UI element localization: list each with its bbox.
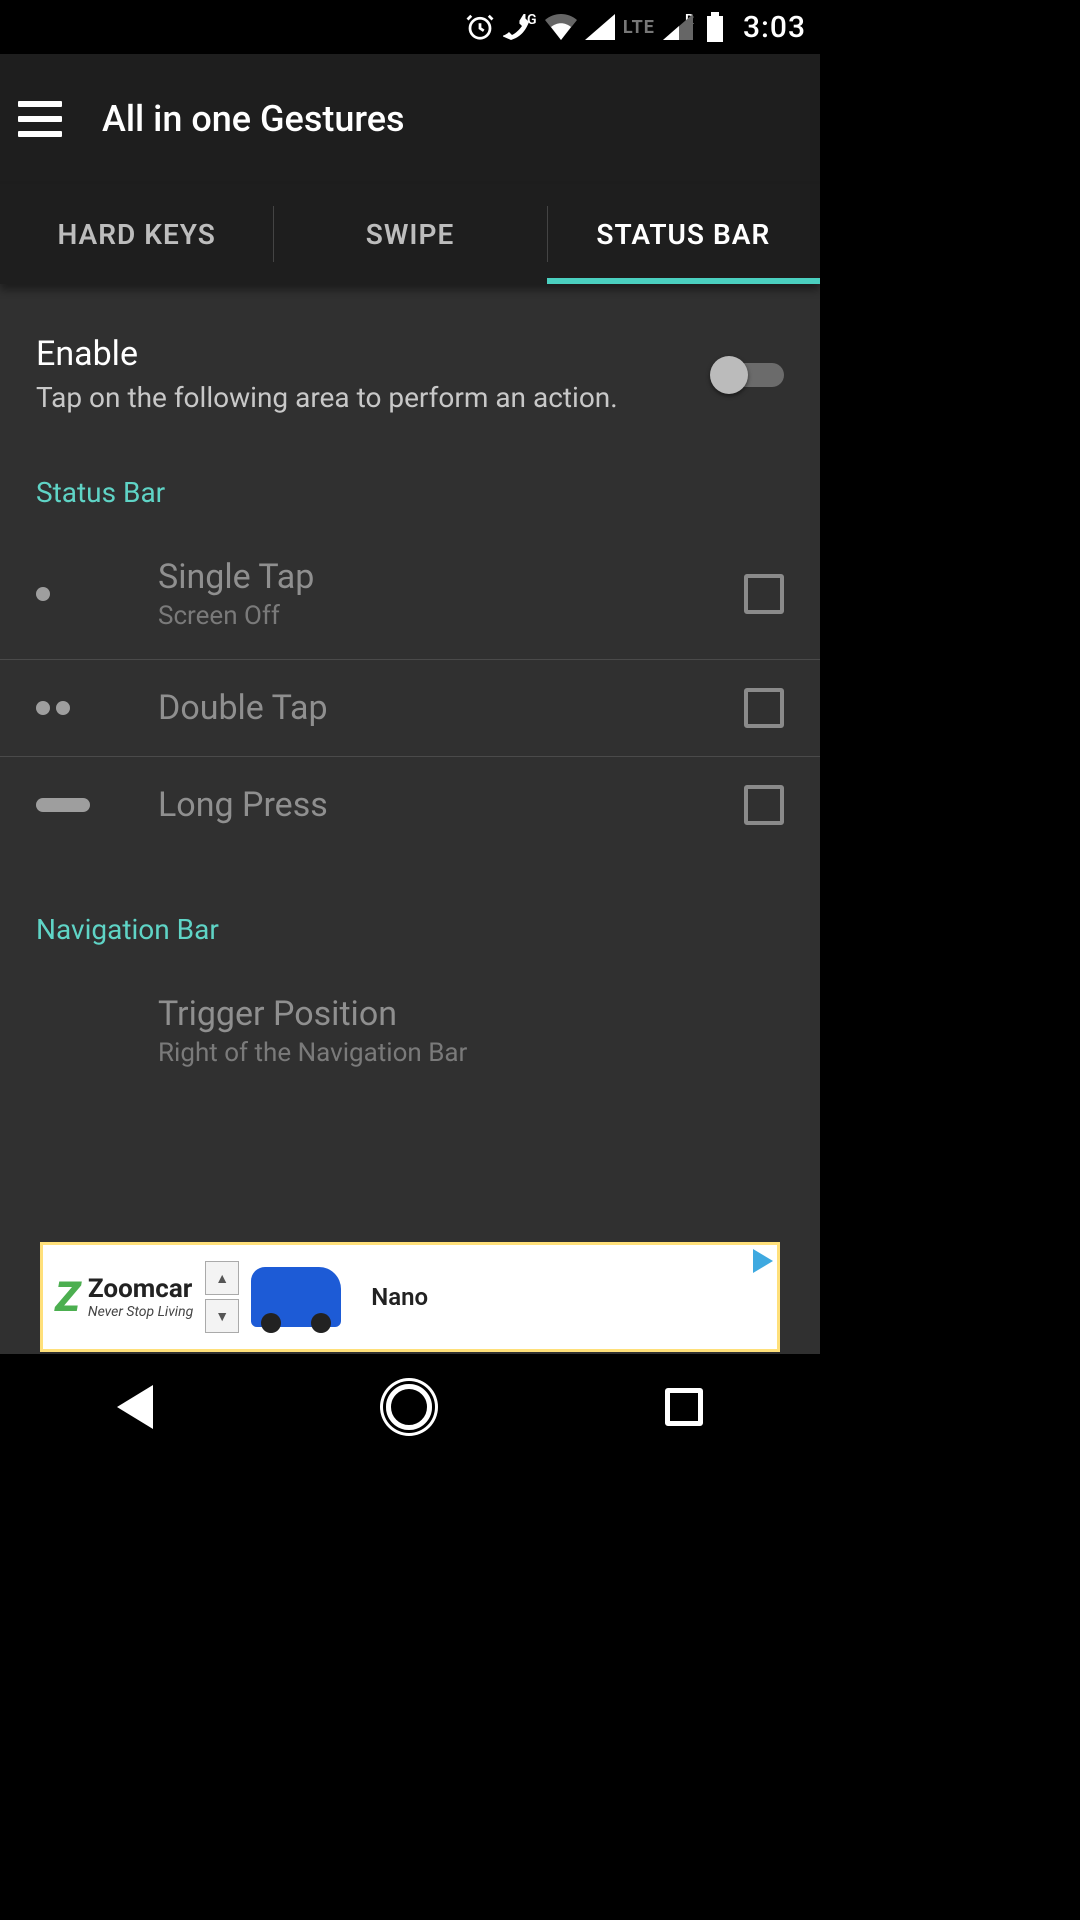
pref-subtitle: Right of the Navigation Bar [158,1038,784,1068]
system-status-bar: 4G LTE R 3:03 [0,0,820,54]
checkbox-double-tap[interactable] [744,688,784,728]
tab-status-bar[interactable]: STATUS BAR [547,184,820,284]
signal-icon-2: R [663,14,697,40]
pref-single-tap[interactable]: Single Tap Screen Off [0,529,820,660]
long-press-icon [36,798,126,812]
status-icons: 4G LTE R [465,12,725,42]
wifi-icon [545,14,577,40]
ad-logo-icon: Z [55,1273,80,1322]
tab-bar: HARD KEYS SWIPE STATUS BAR [0,184,820,284]
checkbox-long-press[interactable] [744,785,784,825]
pref-trigger-position[interactable]: Trigger Position Right of the Navigation… [0,966,820,1096]
alarm-icon [465,12,495,42]
ad-brand: Zoomcar [88,1274,193,1304]
battery-icon [705,12,725,42]
enable-row[interactable]: Enable Tap on the following area to perf… [0,334,820,416]
pref-subtitle: Screen Off [158,601,712,631]
lte-label: LTE [623,17,655,38]
ad-play-icon[interactable] [753,1249,773,1273]
enable-subtitle: Tap on the following area to perform an … [36,380,690,416]
nav-recent-button[interactable] [665,1388,703,1426]
ad-banner[interactable]: Z Zoomcar Never Stop Living ▲ ▼ Nano [40,1242,780,1352]
enable-title: Enable [36,334,690,374]
ad-stepper[interactable]: ▲ ▼ [205,1261,239,1333]
tab-swipe[interactable]: SWIPE [273,184,546,284]
pref-double-tap[interactable]: Double Tap [0,660,820,757]
section-title-status-bar: Status Bar [0,416,820,529]
stepper-down-icon[interactable]: ▼ [205,1299,239,1333]
stepper-up-icon[interactable]: ▲ [205,1261,239,1295]
ad-model-name: Nano [371,1283,428,1311]
nav-home-button[interactable] [386,1384,432,1430]
phone-4g-icon: 4G [503,12,537,42]
double-tap-icon [36,701,126,715]
section-title-navigation-bar: Navigation Bar [0,853,820,966]
pref-title: Single Tap [158,557,712,597]
app-bar: All in one Gestures [0,54,820,184]
pref-long-press[interactable]: Long Press [0,757,820,853]
ad-car-image [251,1267,341,1327]
signal-icon-1 [585,14,615,40]
nav-back-button[interactable] [117,1385,153,1429]
status-clock: 3:03 [743,10,806,45]
tab-hard-keys[interactable]: HARD KEYS [0,184,273,284]
android-nav-bar [0,1354,820,1460]
ad-banner-area: Z Zoomcar Never Stop Living ▲ ▼ Nano [0,1240,820,1354]
ad-tagline: Never Stop Living [88,1304,193,1320]
enable-toggle[interactable] [714,356,784,394]
app-title: All in one Gestures [102,98,405,140]
pref-title: Trigger Position [158,994,784,1034]
single-tap-icon [36,587,126,601]
settings-content[interactable]: Enable Tap on the following area to perf… [0,284,820,1240]
menu-icon[interactable] [18,101,62,137]
pref-title: Long Press [158,785,712,825]
pref-title: Double Tap [158,688,712,728]
checkbox-single-tap[interactable] [744,574,784,614]
